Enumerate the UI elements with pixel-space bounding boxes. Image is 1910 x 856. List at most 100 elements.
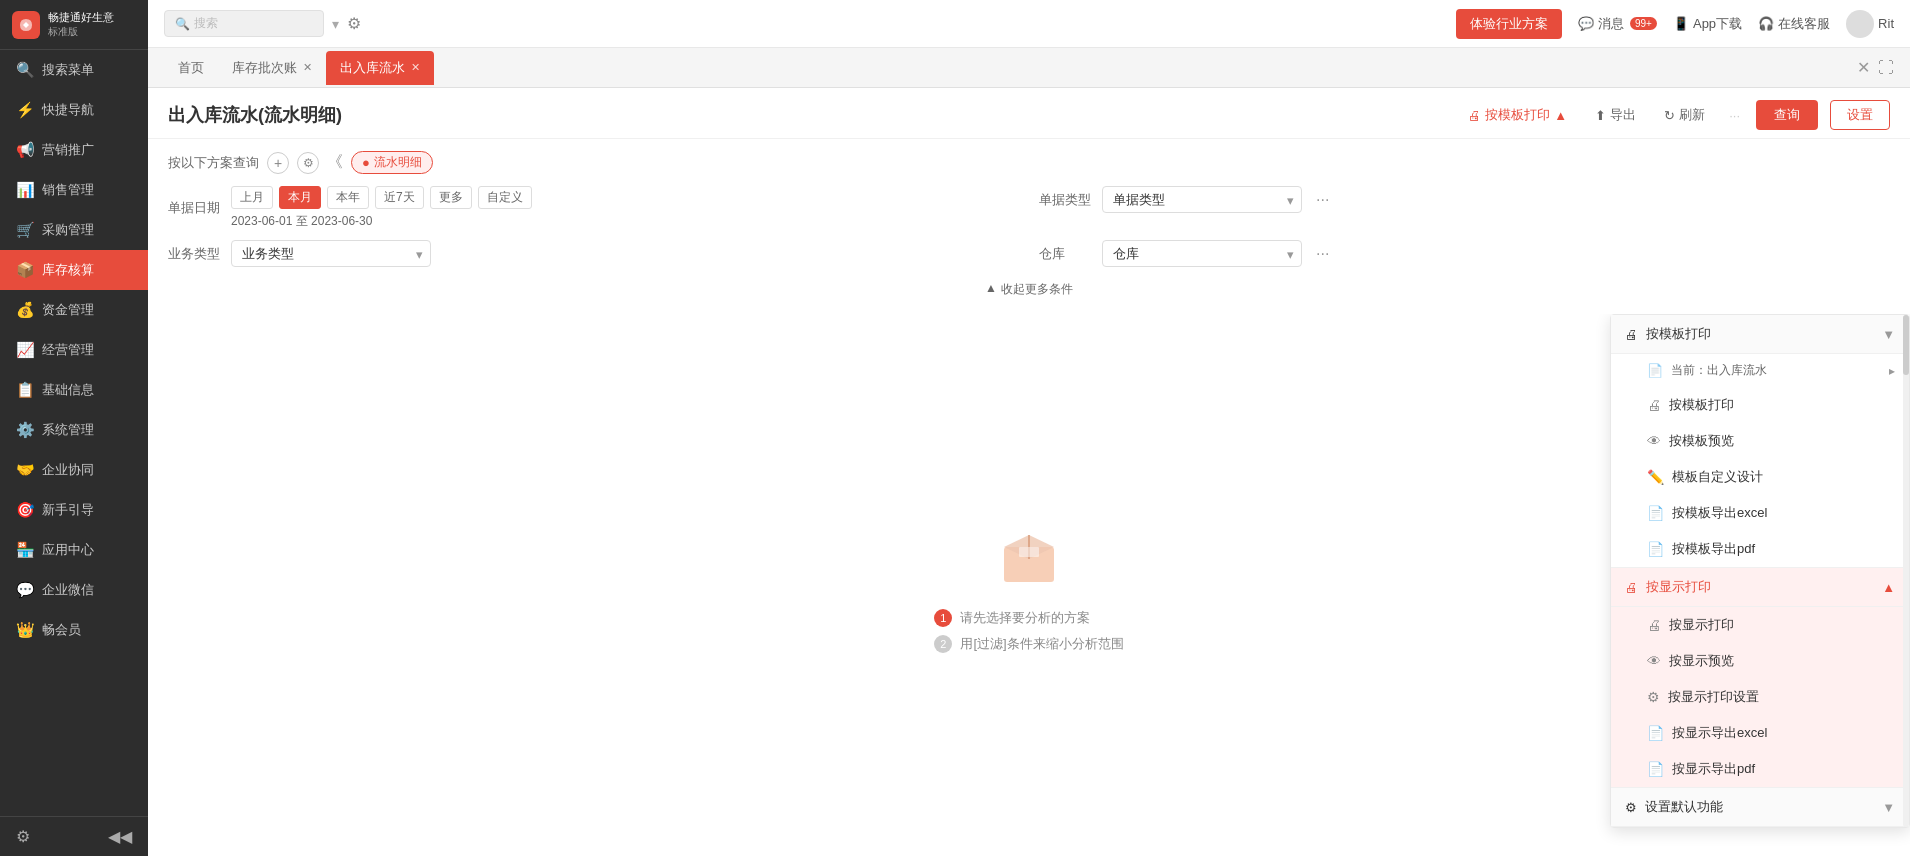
display-print-header-label: 按显示打印 bbox=[1646, 578, 1711, 596]
refresh-button[interactable]: ↻ 刷新 bbox=[1656, 102, 1713, 128]
window-buttons: ✕ ⛶ bbox=[1857, 58, 1894, 77]
topbar-dropdown-icon[interactable]: ▾ bbox=[332, 16, 339, 32]
sidebar-item-label: 经营管理 bbox=[42, 341, 94, 359]
display-print-section-header[interactable]: 🖨 按显示打印 ▲ bbox=[1611, 568, 1909, 607]
print-dropdown-icon: ▲ bbox=[1554, 108, 1567, 123]
sidebar-item-guide[interactable]: 🎯 新手引导 bbox=[0, 490, 148, 530]
display-print-item[interactable]: 🖨 按显示打印 bbox=[1611, 607, 1909, 643]
doctype-select[interactable]: 单据类型 bbox=[1102, 186, 1302, 213]
display-preview-item[interactable]: 👁 按显示预览 bbox=[1611, 643, 1909, 679]
sidebar-item-label: 采购管理 bbox=[42, 221, 94, 239]
tab-batch-account[interactable]: 库存批次账 ✕ bbox=[218, 51, 326, 85]
sidebar-item-label: 销售管理 bbox=[42, 181, 94, 199]
sidebar-collapse-icon[interactable]: ◀◀ bbox=[108, 827, 132, 846]
sidebar-item-label: 资金管理 bbox=[42, 301, 94, 319]
tab-batch-close-icon[interactable]: ✕ bbox=[303, 61, 312, 74]
sidebar-item-collab[interactable]: 🤝 企业协同 bbox=[0, 450, 148, 490]
filter-add-button[interactable]: + bbox=[267, 152, 289, 174]
template-print-section-header[interactable]: 🖨 按模板打印 ▼ bbox=[1611, 315, 1909, 354]
template-export-pdf-label: 按模板导出pdf bbox=[1672, 540, 1755, 558]
collapse-icon: ▲ bbox=[985, 281, 997, 298]
sidebar-item-system[interactable]: ⚙️ 系统管理 bbox=[0, 410, 148, 450]
tab-home[interactable]: 首页 bbox=[164, 51, 218, 85]
more-options-icon[interactable]: ··· bbox=[1729, 108, 1740, 123]
maximize-window-icon[interactable]: ⛶ bbox=[1878, 59, 1894, 77]
display-export-pdf-item[interactable]: 📄 按显示导出pdf bbox=[1611, 751, 1909, 787]
template-print-section: 🖨 按模板打印 ▼ 📄 当前：出入库流水 ▸ 🖨 按模板打印 bbox=[1611, 315, 1909, 567]
date-btn-custom[interactable]: 自定义 bbox=[478, 186, 532, 209]
panel-scrollbar[interactable] bbox=[1903, 315, 1909, 827]
filter-tag[interactable]: ● 流水明细 bbox=[351, 151, 433, 174]
date-btn-last-month[interactable]: 上月 bbox=[231, 186, 273, 209]
sidebar-item-appstore[interactable]: 🏪 应用中心 bbox=[0, 530, 148, 570]
empty-state-icon bbox=[989, 517, 1069, 597]
sidebar-item-operations[interactable]: 📈 经营管理 bbox=[0, 330, 148, 370]
filter-settings-button[interactable]: ⚙ bbox=[297, 152, 319, 174]
warehouse-more-icon[interactable]: ··· bbox=[1310, 241, 1335, 267]
tab-inventory-flow-label: 出入库流水 bbox=[340, 59, 405, 77]
set-button[interactable]: 设置 bbox=[1830, 100, 1890, 130]
sidebar-item-quick-nav[interactable]: ⚡ 快捷导航 bbox=[0, 90, 148, 130]
sidebar-logo: 畅捷通好生意 标准版 bbox=[0, 0, 148, 50]
collab-icon: 🤝 bbox=[16, 461, 34, 479]
settings-gear-icon[interactable]: ⚙ bbox=[16, 827, 30, 846]
doctype-more-icon[interactable]: ··· bbox=[1310, 187, 1335, 213]
topbar-settings-icon[interactable]: ⚙ bbox=[347, 14, 361, 33]
biztype-select[interactable]: 业务类型 bbox=[231, 240, 431, 267]
online-service-button[interactable]: 🎧 在线客服 bbox=[1758, 15, 1830, 33]
date-btn-7days[interactable]: 近7天 bbox=[375, 186, 424, 209]
template-print-item-label: 按模板打印 bbox=[1669, 396, 1734, 414]
display-print-settings-item[interactable]: ⚙ 按显示打印设置 bbox=[1611, 679, 1909, 715]
filter-area: 按以下方案查询 + ⚙ 《 ● 流水明细 单据日期 上月 本月 bbox=[148, 139, 1910, 314]
filter-date-field: 单据日期 上月 本月 本年 近7天 更多 自定义 2023-06-01 至 20… bbox=[168, 186, 1019, 230]
date-shortcuts-group: 上月 本月 本年 近7天 更多 自定义 2023-06-01 至 2023-06… bbox=[231, 186, 532, 230]
tab-inventory-flow[interactable]: 出入库流水 ✕ bbox=[326, 51, 434, 85]
date-field-label: 单据日期 bbox=[168, 199, 223, 217]
template-export-excel-item[interactable]: 📄 按模板导出excel bbox=[1611, 495, 1909, 531]
sidebar-item-member[interactable]: 👑 畅会员 bbox=[0, 610, 148, 650]
date-btn-this-month[interactable]: 本月 bbox=[279, 186, 321, 209]
topbar-search[interactable]: 🔍 搜索 bbox=[164, 10, 324, 37]
sidebar-item-finance[interactable]: 💰 资金管理 bbox=[0, 290, 148, 330]
sidebar-item-sales[interactable]: 📊 销售管理 bbox=[0, 170, 148, 210]
sidebar-item-marketing[interactable]: 📢 营销推广 bbox=[0, 130, 148, 170]
app-name: 畅捷通好生意 bbox=[48, 10, 114, 25]
close-window-icon[interactable]: ✕ bbox=[1857, 58, 1870, 77]
template-print-item[interactable]: 🖨 按模板打印 bbox=[1611, 387, 1909, 423]
template-current-label: 当前：出入库流水 bbox=[1671, 362, 1767, 379]
messages-button[interactable]: 💬 消息 99+ bbox=[1578, 15, 1657, 33]
tab-home-label: 首页 bbox=[178, 59, 204, 77]
date-btn-this-year[interactable]: 本年 bbox=[327, 186, 369, 209]
export-button[interactable]: ⬆ 导出 bbox=[1587, 102, 1644, 128]
warehouse-select[interactable]: 仓库 bbox=[1102, 240, 1302, 267]
tab-batch-account-label: 库存批次账 bbox=[232, 59, 297, 77]
template-customize-item[interactable]: ✏️ 模板自定义设计 bbox=[1611, 459, 1909, 495]
header-actions: 🖨 按模板打印 ▲ ⬆ 导出 ↻ 刷新 ··· 查询 设置 bbox=[1460, 100, 1890, 130]
content-area: 1 请先选择要分析的方案 2 用[过滤]条件来缩小分析范围 🖨 bbox=[148, 314, 1910, 856]
empty-step-2: 2 用[过滤]条件来缩小分析范围 bbox=[934, 635, 1123, 653]
print-template-button[interactable]: 🖨 按模板打印 ▲ bbox=[1460, 102, 1575, 128]
collapse-row[interactable]: ▲ 收起更多条件 bbox=[168, 277, 1890, 302]
tab-inventory-close-icon[interactable]: ✕ bbox=[411, 61, 420, 74]
sidebar-item-inventory[interactable]: 📦 库存核算 bbox=[0, 250, 148, 290]
app-download-button[interactable]: 📱 App下载 bbox=[1673, 15, 1742, 33]
sidebar-item-wechat[interactable]: 💬 企业微信 bbox=[0, 570, 148, 610]
sidebar-item-label: 基础信息 bbox=[42, 381, 94, 399]
filter-collapse-button[interactable]: 《 bbox=[327, 152, 343, 173]
sidebar-nav: 🔍 搜索菜单 ⚡ 快捷导航 📢 营销推广 📊 销售管理 🛒 采购管理 📦 库存核… bbox=[0, 50, 148, 816]
user-avatar[interactable]: Rit bbox=[1846, 10, 1894, 38]
query-button[interactable]: 查询 bbox=[1756, 100, 1818, 130]
refresh-icon: ↻ bbox=[1664, 108, 1675, 123]
template-current-item: 📄 当前：出入库流水 ▸ bbox=[1611, 354, 1909, 387]
display-export-excel-item[interactable]: 📄 按显示导出excel bbox=[1611, 715, 1909, 751]
download-icon: 📱 bbox=[1673, 16, 1689, 31]
date-btn-more[interactable]: 更多 bbox=[430, 186, 472, 209]
industry-solution-button[interactable]: 体验行业方案 bbox=[1456, 9, 1562, 39]
template-export-pdf-item[interactable]: 📄 按模板导出pdf bbox=[1611, 531, 1909, 567]
template-preview-item[interactable]: 👁 按模板预览 bbox=[1611, 423, 1909, 459]
sidebar-item-search[interactable]: 🔍 搜索菜单 bbox=[0, 50, 148, 90]
sidebar-item-purchase[interactable]: 🛒 采购管理 bbox=[0, 210, 148, 250]
default-section-header[interactable]: ⚙ 设置默认功能 ▼ bbox=[1611, 788, 1909, 827]
display-print-settings-label: 按显示打印设置 bbox=[1668, 688, 1759, 706]
sidebar-item-basic[interactable]: 📋 基础信息 bbox=[0, 370, 148, 410]
